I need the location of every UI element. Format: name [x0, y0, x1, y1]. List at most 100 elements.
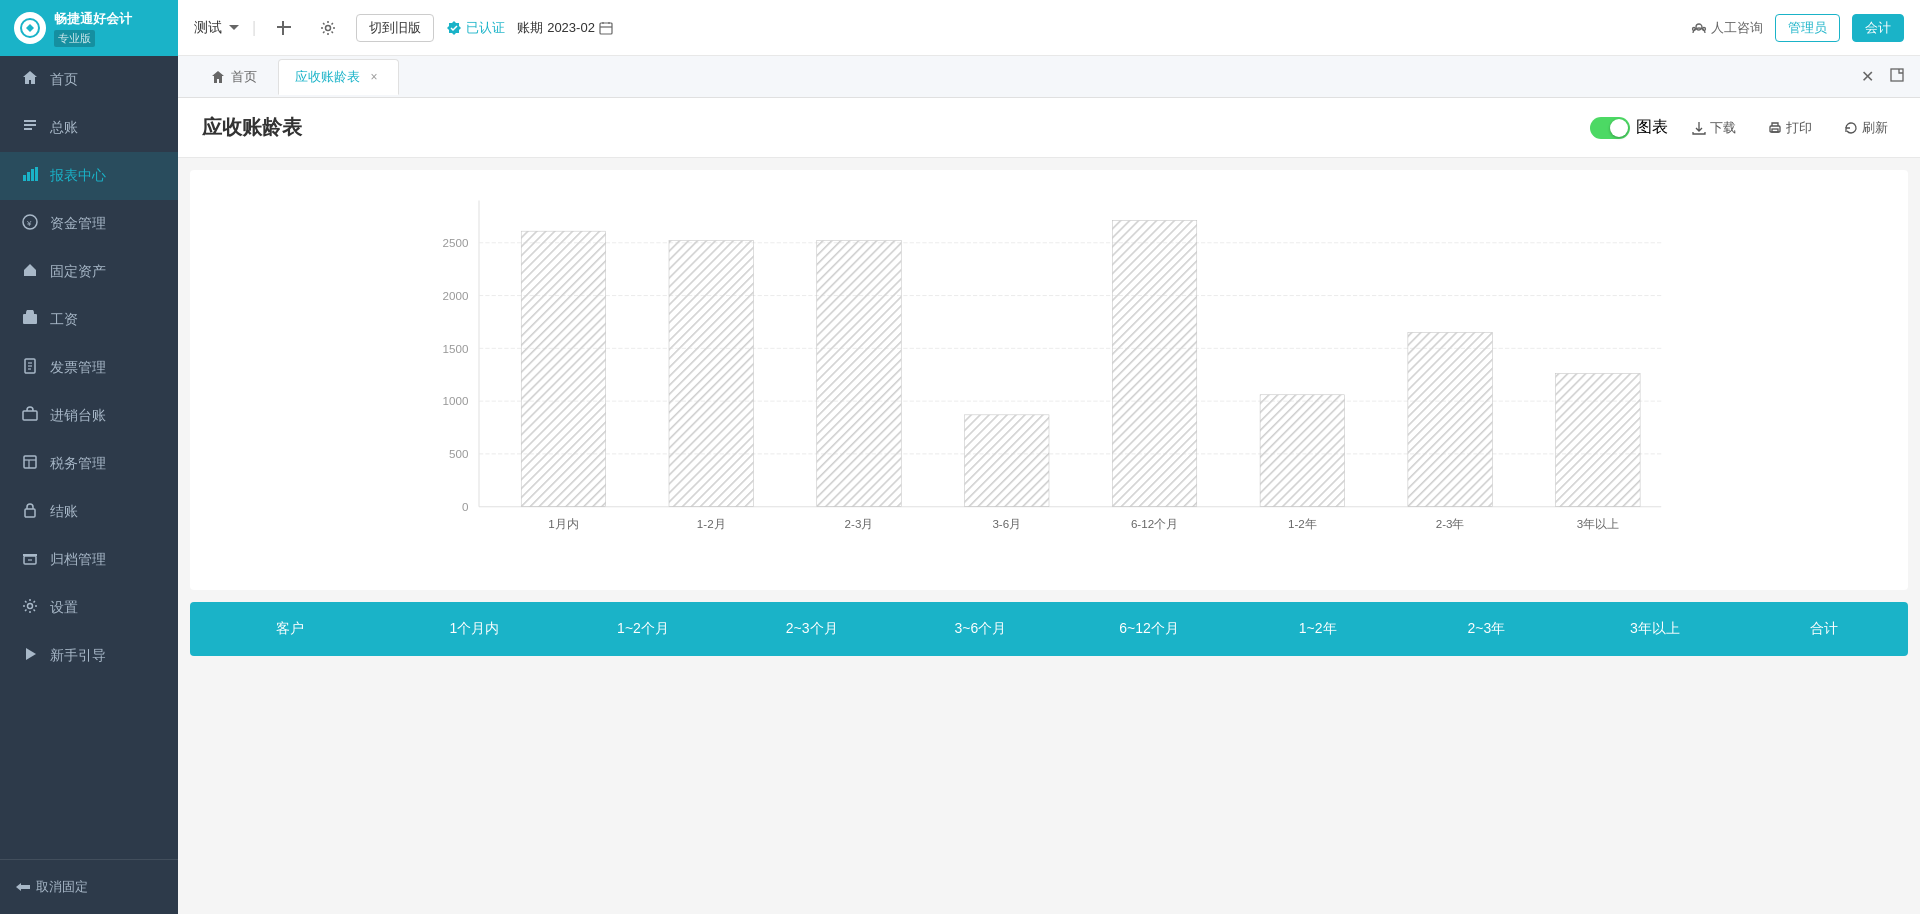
- certified-badge: 已认证: [446, 19, 505, 37]
- sidebar-item-payroll[interactable]: 工资: [0, 296, 178, 344]
- chart-toggle[interactable]: 图表: [1590, 117, 1668, 139]
- th-3y-plus: 3年以上: [1571, 602, 1740, 656]
- tab-aging[interactable]: 应收账龄表 ×: [278, 59, 399, 95]
- bar-6-12月: [1112, 221, 1196, 507]
- bar-3-6月: [965, 415, 1049, 507]
- calendar-icon[interactable]: [599, 21, 613, 35]
- archive-icon: [20, 550, 40, 570]
- th-6-12m: 6~12个月: [1065, 602, 1234, 656]
- certified-label: 已认证: [466, 19, 505, 37]
- manager-button[interactable]: 管理员: [1775, 14, 1840, 42]
- svg-rect-37: [1891, 69, 1903, 81]
- settings-button[interactable]: [312, 12, 344, 44]
- accountant-button[interactable]: 会计: [1852, 14, 1904, 42]
- svg-rect-6: [31, 169, 34, 181]
- sidebar-item-tax[interactable]: 税务管理: [0, 440, 178, 488]
- add-button[interactable]: [268, 12, 300, 44]
- topbar-right: 人工咨询 管理员 会计: [1691, 14, 1904, 42]
- sidebar-label-settings: 设置: [50, 599, 78, 617]
- sidebar-item-archive[interactable]: 归档管理: [0, 536, 178, 584]
- sidebar-item-stock[interactable]: 进销台账: [0, 392, 178, 440]
- sidebar-item-settings[interactable]: 设置: [0, 584, 178, 632]
- sidebar: 畅捷通好会计 专业版 首页 总账 报表中心 ¥: [0, 0, 178, 914]
- tab-close-button[interactable]: ×: [366, 69, 382, 85]
- svg-point-36: [1703, 27, 1706, 30]
- window-expand-icon[interactable]: [1890, 68, 1904, 85]
- window-close-icon[interactable]: ✕: [1861, 67, 1874, 86]
- period-text: 账期: [517, 19, 543, 37]
- sidebar-label-reports: 报表中心: [50, 167, 106, 185]
- sidebar-item-assets[interactable]: 固定资产: [0, 248, 178, 296]
- company-selector[interactable]: 测试: [194, 19, 240, 37]
- sidebar-item-home[interactable]: 首页: [0, 56, 178, 104]
- cancel-fixed-button[interactable]: 取消固定: [16, 872, 162, 902]
- payroll-icon: [20, 310, 40, 330]
- tax-icon: [20, 454, 40, 474]
- refresh-button[interactable]: 刷新: [1836, 115, 1896, 141]
- svg-rect-5: [27, 172, 30, 181]
- svg-text:3-6月: 3-6月: [992, 517, 1021, 530]
- sidebar-label-invoice: 发票管理: [50, 359, 106, 377]
- sidebar-label-payroll: 工资: [50, 311, 78, 329]
- svg-text:1500: 1500: [443, 342, 469, 355]
- print-button[interactable]: 打印: [1760, 115, 1820, 141]
- svg-text:3年以上: 3年以上: [1577, 517, 1619, 530]
- svg-text:2000: 2000: [443, 289, 469, 302]
- th-2-3y: 2~3年: [1402, 602, 1571, 656]
- download-label: 下载: [1710, 119, 1736, 137]
- sidebar-item-funds[interactable]: ¥ 资金管理: [0, 200, 178, 248]
- funds-icon: ¥: [20, 214, 40, 234]
- sidebar-label-ledger: 总账: [50, 119, 78, 137]
- svg-point-34: [1696, 24, 1702, 30]
- svg-rect-4: [23, 175, 26, 181]
- svg-point-26: [28, 604, 33, 609]
- ledger-icon: [20, 118, 40, 138]
- bar-3年以上: [1556, 374, 1640, 507]
- sidebar-item-guide[interactable]: 新手引导: [0, 632, 178, 680]
- tab-home[interactable]: 首页: [194, 59, 274, 95]
- cancel-fixed-icon: [16, 880, 30, 894]
- th-2-3m: 2~3个月: [727, 602, 896, 656]
- bar-1月内: [521, 231, 605, 507]
- sidebar-item-invoice[interactable]: 发票管理: [0, 344, 178, 392]
- table-container: 客户 1个月内 1~2个月 2~3个月 3~6个月 6~12个月 1~2年 2~…: [190, 602, 1908, 656]
- svg-text:500: 500: [449, 447, 468, 460]
- toggle-track[interactable]: [1590, 117, 1630, 139]
- chart-container: 0 500 1000 1500 2000 2500 1月内: [190, 170, 1908, 590]
- print-icon: [1768, 121, 1782, 135]
- download-button[interactable]: 下载: [1684, 115, 1744, 141]
- th-customer: 客户: [190, 602, 390, 656]
- sidebar-item-reports[interactable]: 报表中心: [0, 152, 178, 200]
- company-dropdown-icon: [228, 24, 240, 32]
- svg-marker-27: [26, 648, 36, 660]
- consult-button[interactable]: 人工咨询: [1691, 19, 1763, 37]
- reports-icon: [20, 166, 40, 186]
- sidebar-nav: 首页 总账 报表中心 ¥ 资金管理 固定资产: [0, 56, 178, 859]
- page-header: 应收账龄表 图表 下载 打印 刷新: [178, 98, 1920, 158]
- sidebar-label-assets: 固定资产: [50, 263, 106, 281]
- svg-text:2-3年: 2-3年: [1436, 517, 1465, 530]
- cancel-fixed-label: 取消固定: [36, 878, 88, 896]
- guide-icon: [20, 646, 40, 666]
- svg-rect-10: [24, 270, 36, 276]
- sidebar-label-archive: 归档管理: [50, 551, 106, 569]
- sidebar-item-closing[interactable]: 结账: [0, 488, 178, 536]
- switch-version-button[interactable]: 切到旧版: [356, 14, 434, 42]
- certified-icon: [446, 20, 462, 36]
- invoice-icon: [20, 358, 40, 378]
- svg-text:¥: ¥: [26, 219, 32, 228]
- tabbar: 首页 应收账龄表 × ✕: [178, 56, 1920, 98]
- svg-rect-22: [25, 509, 35, 517]
- sidebar-label-tax: 税务管理: [50, 455, 106, 473]
- tab-aging-label: 应收账龄表: [295, 68, 360, 86]
- stock-icon: [20, 406, 40, 426]
- sidebar-label-closing: 结账: [50, 503, 78, 521]
- logo-icon: [14, 12, 46, 44]
- svg-rect-3: [24, 128, 32, 130]
- page-title: 应收账龄表: [202, 114, 302, 141]
- sidebar-item-ledger[interactable]: 总账: [0, 104, 178, 152]
- home-tab-icon: [211, 70, 225, 84]
- sidebar-logo: 畅捷通好会计 专业版: [0, 0, 178, 56]
- home-icon: [20, 70, 40, 90]
- download-icon: [1692, 121, 1706, 135]
